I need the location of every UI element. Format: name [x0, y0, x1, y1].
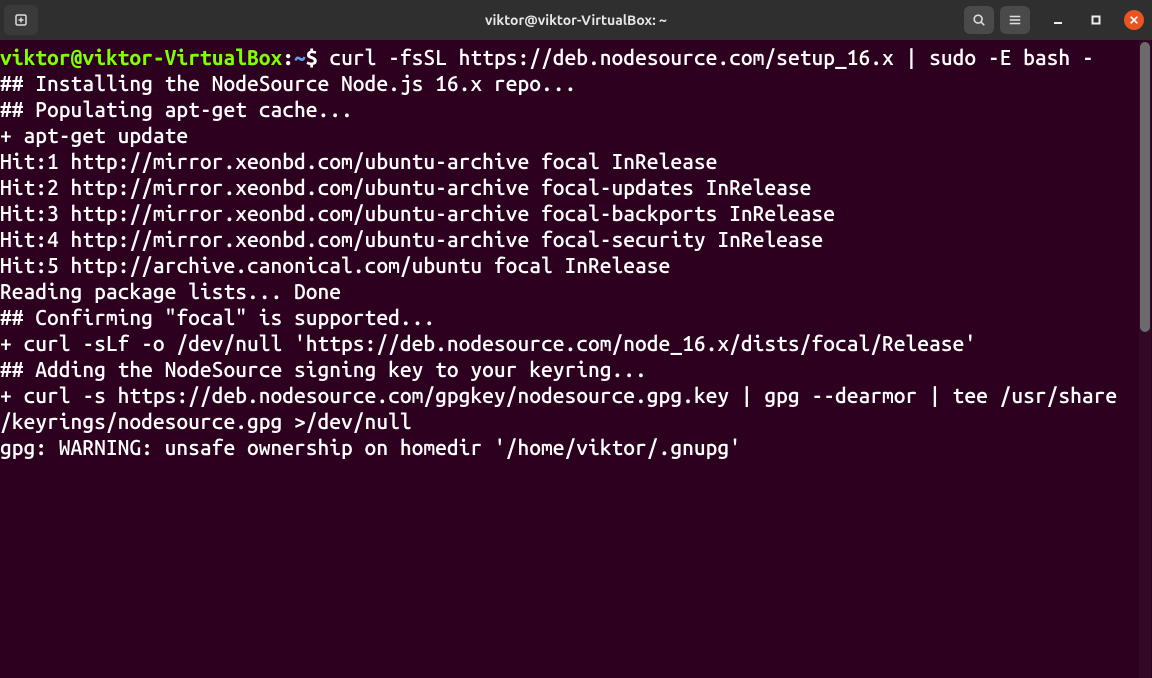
output-line: + curl -sLf -o /dev/null 'https://deb.no… [0, 330, 1148, 356]
new-tab-icon [13, 12, 29, 28]
search-button[interactable] [964, 6, 994, 34]
terminal-body[interactable]: viktor@viktor-VirtualBox:~$ curl -fsSL h… [0, 40, 1152, 678]
titlebar-left [0, 0, 42, 40]
close-icon [1129, 15, 1139, 25]
terminal-window: viktor@viktor-VirtualBox: ~ [0, 0, 1152, 678]
hamburger-icon [1008, 13, 1022, 27]
output-line: Hit:5 http://archive.canonical.com/ubunt… [0, 252, 1148, 278]
prompt-colon: : [282, 45, 294, 69]
prompt-user: viktor [0, 45, 71, 69]
output-line: ## Adding the NodeSource signing key to … [0, 356, 1148, 382]
minimize-button[interactable] [1048, 10, 1068, 30]
output-line: + curl -s https://deb.nodesource.com/gpg… [0, 382, 1148, 408]
new-tab-button[interactable] [4, 5, 38, 35]
titlebar-right [964, 0, 1152, 40]
prompt-path: ~ [294, 45, 306, 69]
prompt-line: viktor@viktor-VirtualBox:~$ curl -fsSL h… [0, 44, 1148, 70]
output-line: Hit:1 http://mirror.xeonbd.com/ubuntu-ar… [0, 148, 1148, 174]
output-line: gpg: WARNING: unsafe ownership on homedi… [0, 434, 1148, 460]
terminal-content: viktor@viktor-VirtualBox:~$ curl -fsSL h… [0, 40, 1152, 464]
menu-button[interactable] [1000, 6, 1030, 34]
output-line: + apt-get update [0, 122, 1148, 148]
output-line: Hit:4 http://mirror.xeonbd.com/ubuntu-ar… [0, 226, 1148, 252]
command-text: curl -fsSL https://deb.nodesource.com/se… [318, 45, 1094, 69]
output-line: /keyrings/nodesource.gpg >/dev/null [0, 408, 1148, 434]
output-line: Hit:3 http://mirror.xeonbd.com/ubuntu-ar… [0, 200, 1148, 226]
maximize-button[interactable] [1086, 10, 1106, 30]
output-line: Reading package lists... Done [0, 278, 1148, 304]
prompt-host: viktor-VirtualBox [82, 45, 282, 69]
prompt-at: @ [71, 45, 83, 69]
close-button[interactable] [1124, 10, 1144, 30]
scrollbar[interactable] [1139, 40, 1151, 678]
output-line: ## Confirming "focal" is supported... [0, 304, 1148, 330]
maximize-icon [1090, 14, 1102, 26]
output-line: Hit:2 http://mirror.xeonbd.com/ubuntu-ar… [0, 174, 1148, 200]
scrollbar-thumb[interactable] [1140, 42, 1150, 332]
prompt-symbol: $ [306, 45, 318, 69]
output-line: ## Installing the NodeSource Node.js 16.… [0, 70, 1148, 96]
output-line: ## Populating apt-get cache... [0, 96, 1148, 122]
minimize-icon [1052, 14, 1064, 26]
titlebar: viktor@viktor-VirtualBox: ~ [0, 0, 1152, 40]
search-icon [972, 13, 986, 27]
